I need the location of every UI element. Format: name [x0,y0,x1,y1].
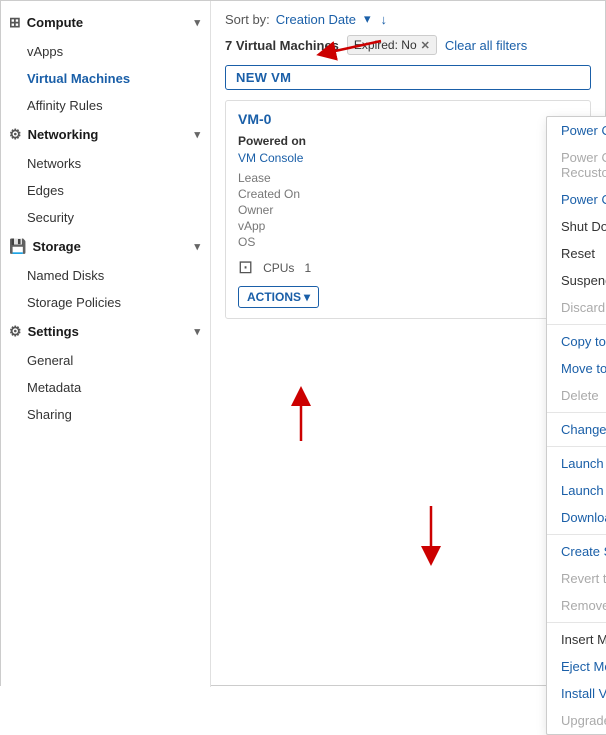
networking-chevron-icon: ▾ [194,128,200,141]
context-menu: Power OnPower On and Force Recustomizati… [546,116,606,735]
menu-item-shutdown[interactable]: Shut Down Guest OS [547,213,606,240]
settings-icon: ⚙ [9,323,22,340]
sidebar-item-security[interactable]: Security [1,204,210,231]
vm-card: VM-0 Powered on VM Console Lease Created… [225,100,591,319]
menu-divider [547,534,606,535]
sidebar-section-compute[interactable]: ⊞ Compute ▾ [1,7,210,38]
actions-label: ACTIONS [247,290,301,304]
sidebar-section-storage[interactable]: 💾 Storage ▾ [1,231,210,262]
menu-item-copy-to[interactable]: Copy to [547,328,606,355]
sidebar-section-settings[interactable]: ⚙ Settings ▾ [1,316,210,347]
filter-tag-label: Expired: No [354,38,417,52]
vm-detail-created-on: Created On [238,187,403,201]
sidebar-section-networking[interactable]: ⚙ Networking ▾ [1,119,210,150]
menu-item-insert-media[interactable]: Insert Media [547,626,606,653]
menu-divider [547,412,606,413]
storage-chevron-icon: ▾ [194,240,200,253]
menu-divider [547,446,606,447]
sort-label: Sort by: [225,12,270,27]
menu-item-install-vmware-tools[interactable]: Install VMware Tools [547,680,606,707]
networking-icon: ⚙ [9,126,22,143]
vm-detail-lease: Lease [238,171,403,185]
sort-value[interactable]: Creation Date [276,12,356,27]
vm-cpu-row: ⊡ CPUs 1 [238,257,578,278]
menu-item-revert-snapshot: Revert to Snapshot [547,565,606,592]
menu-item-upgrade-hardware: Upgrade Virtual Hardware Version [547,707,606,734]
sidebar-section-networking-label: Networking [28,127,99,142]
vm-card-header: VM-0 [238,111,578,127]
menu-item-delete: Delete [547,382,606,409]
sidebar-item-storage-policies[interactable]: Storage Policies [1,289,210,316]
main-content: Sort by: Creation Date ▾ ↓ 7 Virtual Mac… [211,1,605,685]
menu-item-power-off[interactable]: Power Off [547,186,606,213]
filter-tag-close-icon[interactable]: ✕ [421,39,430,52]
menu-item-launch-remote-console[interactable]: Launch VM Remote Console [547,477,606,504]
sidebar-section-settings-label: Settings [28,324,79,339]
menu-divider [547,622,606,623]
menu-divider [547,324,606,325]
menu-item-launch-web-console[interactable]: Launch Web Console [547,450,606,477]
menu-item-remove-snapshot: Remove Snapshot [547,592,606,619]
vm-detail-owner: Owner [238,203,403,217]
vm-details-grid: Lease Created On Owner vApp OS [238,171,578,249]
sidebar-item-named-disks[interactable]: Named Disks [1,262,210,289]
vm-detail-os: OS [238,235,403,249]
sidebar-item-sharing[interactable]: Sharing [1,401,210,428]
actions-button[interactable]: ACTIONS ▾ [238,286,319,308]
filter-tag-expired: Expired: No ✕ [347,35,437,55]
vm-name[interactable]: VM-0 [238,111,271,127]
cpu-icon: ⊡ [238,257,253,278]
vm-status-row: Powered on [238,133,578,148]
sidebar-item-networks[interactable]: Networks [1,150,210,177]
actions-chevron-icon: ▾ [304,290,310,304]
sidebar-item-virtual-machines[interactable]: Virtual Machines [1,65,210,92]
menu-item-power-on[interactable]: Power On [547,117,606,144]
sort-toolbar: Sort by: Creation Date ▾ ↓ [225,11,591,27]
filter-row: 7 Virtual Machines Expired: No ✕ Clear a… [225,35,591,55]
sidebar-item-metadata[interactable]: Metadata [1,374,210,401]
sidebar: ⊞ Compute ▾ vApps Virtual Machines Affin… [1,1,211,687]
sidebar-section-storage-label: Storage [32,239,80,254]
vm-console-link[interactable]: VM Console [238,151,303,165]
menu-item-eject-media[interactable]: Eject Media [547,653,606,680]
menu-item-power-on-force: Power On and Force Recustomization [547,144,606,186]
sort-direction-icon[interactable]: ↓ [381,12,388,27]
menu-item-download-vmrc[interactable]: Download VMRC [547,504,606,531]
sidebar-item-general[interactable]: General [1,347,210,374]
sidebar-item-vapps[interactable]: vApps [1,38,210,65]
vm-cpu-label: CPUs [263,261,294,275]
compute-grid-icon: ⊞ [9,14,21,31]
menu-item-discard-suspend: Discard suspended state [547,294,606,321]
compute-chevron-icon: ▾ [194,16,200,29]
menu-item-change-owner[interactable]: Change Owner [547,416,606,443]
vm-detail-vapp: vApp [238,219,403,233]
menu-item-move-to[interactable]: Move to [547,355,606,382]
sidebar-section-compute-label: Compute [27,15,83,30]
menu-item-suspend[interactable]: Suspend [547,267,606,294]
sort-dropdown-icon[interactable]: ▾ [364,11,371,27]
clear-filters-link[interactable]: Clear all filters [445,38,527,53]
menu-item-reset[interactable]: Reset [547,240,606,267]
settings-chevron-icon: ▾ [194,325,200,338]
vm-count: 7 Virtual Machines [225,38,339,53]
menu-item-create-snapshot[interactable]: Create Snapshot [547,538,606,565]
vm-status: Powered on [238,134,306,148]
sidebar-item-affinity-rules[interactable]: Affinity Rules [1,92,210,119]
sidebar-item-edges[interactable]: Edges [1,177,210,204]
new-vm-button[interactable]: NEW VM [225,65,591,90]
storage-icon: 💾 [9,238,26,255]
vm-cpu-value: 1 [304,261,311,275]
